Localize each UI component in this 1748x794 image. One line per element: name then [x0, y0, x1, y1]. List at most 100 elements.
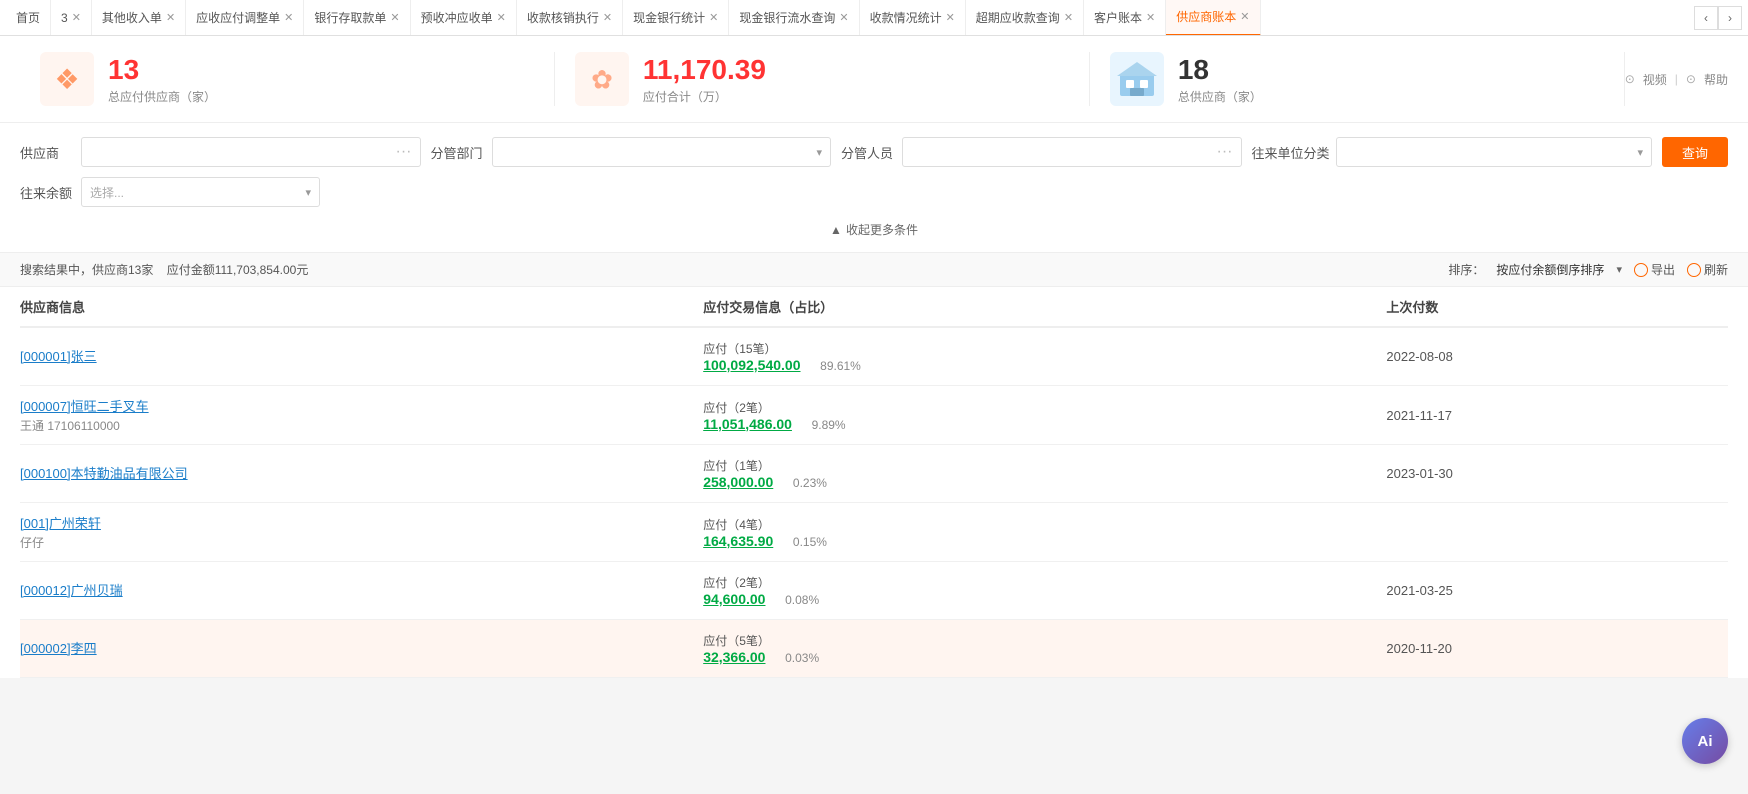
- balance-select[interactable]: 选择... ▾: [81, 177, 320, 207]
- close-tab-bank[interactable]: ✕: [390, 11, 399, 24]
- filter-row-2: 往来余额 选择... ▾: [20, 177, 320, 207]
- video-link[interactable]: 视频: [1643, 71, 1667, 88]
- payable-total-info: 11,170.39 应付合计（万）: [643, 53, 766, 106]
- summary-card-total-suppliers: 18 总供应商（家）: [1090, 52, 1625, 106]
- supplier-link-2[interactable]: [000100]本特勤油品有限公司: [20, 466, 188, 481]
- last-payment-cell-0: 2022-08-08: [1386, 349, 1728, 364]
- svg-text:❖: ❖: [54, 64, 79, 95]
- payable-suppliers-label: 总应付供应商（家）: [108, 88, 216, 105]
- filter-dept: 分管部门 ▾: [431, 137, 832, 167]
- category-select[interactable]: ▾: [1336, 137, 1652, 167]
- supplier-link-5[interactable]: [000002]李四: [20, 641, 97, 656]
- person-input[interactable]: ···: [902, 137, 1242, 167]
- supplier-link-1[interactable]: [000007]恒旺二手叉车: [20, 399, 149, 414]
- supplier-label: 供应商: [20, 143, 75, 162]
- result-bar: 搜索结果中，供应商13家 应付金额111,703,854.00元 排序： 按应付…: [0, 253, 1748, 287]
- circle-icon: ⊙: [1625, 72, 1635, 86]
- transaction-cell-1: 应付（2笔） 11,051,486.00 9.89%: [703, 399, 1386, 432]
- trans-label-5: 应付（5笔）: [703, 632, 1386, 649]
- transaction-cell-0: 应付（15笔） 100,092,540.00 89.61%: [703, 340, 1386, 373]
- nav-tab-home[interactable]: 首页: [6, 0, 51, 36]
- sort-select[interactable]: 按应付余额倒序排序: [1496, 261, 1604, 278]
- summary-card-payable-total: ✿ 11,170.39 应付合计（万）: [555, 52, 1090, 106]
- supplier-link-3[interactable]: [001]广州荣轩: [20, 516, 101, 531]
- nav-right-arrow[interactable]: ›: [1718, 6, 1742, 30]
- collapse-button[interactable]: ▲ 收起更多条件: [20, 217, 1728, 242]
- transaction-cell-2: 应付（1笔） 258,000.00 0.23%: [703, 457, 1386, 490]
- nav-tab-supplierbook[interactable]: 供应商账本 ✕: [1166, 0, 1260, 36]
- supplier-sub-3: 仔仔: [20, 534, 703, 551]
- total-supplier-icon: [1110, 52, 1164, 106]
- nav-tab-bank[interactable]: 银行存取款单 ✕: [304, 0, 410, 36]
- nav-left-arrow[interactable]: ‹: [1694, 6, 1718, 30]
- close-tab-overdue[interactable]: ✕: [1064, 11, 1073, 24]
- close-tab-cashflow[interactable]: ✕: [839, 11, 848, 24]
- summary-card-payable-suppliers: ❖ 13 总应付供应商（家）: [20, 52, 555, 106]
- export-button[interactable]: 导出: [1634, 261, 1675, 278]
- close-tab-adjust[interactable]: ✕: [284, 11, 293, 24]
- help-link[interactable]: 帮助: [1704, 71, 1728, 88]
- total-suppliers-label: 总供应商（家）: [1178, 88, 1262, 105]
- close-tab-custbook[interactable]: ✕: [1146, 11, 1155, 24]
- close-tab-colstat[interactable]: ✕: [946, 11, 955, 24]
- transaction-cell-5: 应付（5笔） 32,366.00 0.03%: [703, 632, 1386, 665]
- close-tab-cashstat[interactable]: ✕: [709, 11, 718, 24]
- trans-amount-1[interactable]: 11,051,486.00: [703, 416, 792, 432]
- nav-tab-3[interactable]: 3 ✕: [51, 0, 92, 36]
- result-actions: 排序： 按应付余额倒序排序 ▾ 导出 刷新: [1448, 261, 1728, 278]
- payable-supplier-icon: ❖: [40, 52, 94, 106]
- balance-label: 往来余额: [20, 183, 75, 202]
- trans-percent-1: 9.89%: [812, 418, 846, 432]
- trans-amount-3[interactable]: 164,635.90: [703, 533, 773, 549]
- table-row: [000002]李四 应付（5笔） 32,366.00 0.03% 2020-1…: [20, 620, 1728, 678]
- supplier-sub-1: 王通 17106110000: [20, 417, 703, 434]
- close-tab-supplierbook[interactable]: ✕: [1240, 10, 1249, 23]
- category-label: 往来单位分类: [1252, 143, 1330, 162]
- table-row: [000007]恒旺二手叉车 王通 17106110000 应付（2笔） 11,…: [20, 386, 1728, 445]
- last-payment-cell-5: 2020-11-20: [1386, 641, 1728, 656]
- category-arrow-icon: ▾: [1637, 146, 1643, 159]
- payable-total-label: 应付合计（万）: [643, 88, 766, 105]
- nav-tab-income[interactable]: 其他收入单 ✕: [92, 0, 186, 36]
- nav-tab-adjust[interactable]: 应收应付调整单 ✕: [186, 0, 304, 36]
- payable-suppliers-num: 13: [108, 53, 216, 87]
- refresh-button[interactable]: 刷新: [1687, 261, 1728, 278]
- trans-percent-3: 0.15%: [793, 535, 827, 549]
- nav-tab-overdue[interactable]: 超期应收款查询 ✕: [966, 0, 1084, 36]
- trans-percent-2: 0.23%: [793, 476, 827, 490]
- nav-tab-colstat[interactable]: 收款情况统计 ✕: [860, 0, 966, 36]
- trans-percent-4: 0.08%: [785, 593, 819, 607]
- payable-total-icon: ✿: [575, 52, 629, 106]
- ai-floating-button[interactable]: Ai: [1682, 718, 1728, 764]
- dept-label: 分管部门: [431, 143, 486, 162]
- query-button[interactable]: 查询: [1662, 137, 1728, 167]
- nav-tab-cashflow[interactable]: 现金银行流水查询 ✕: [729, 0, 859, 36]
- col-supplier-info: 供应商信息: [20, 297, 703, 316]
- transaction-cell-4: 应付（2笔） 94,600.00 0.08%: [703, 574, 1386, 607]
- nav-tab-collect[interactable]: 收款核销执行 ✕: [517, 0, 623, 36]
- trans-percent-5: 0.03%: [785, 651, 819, 665]
- close-tab-prepay[interactable]: ✕: [497, 11, 506, 24]
- nav-tab-prepay[interactable]: 预收冲应收单 ✕: [411, 0, 517, 36]
- close-tab-3[interactable]: ✕: [72, 11, 81, 24]
- supplier-link-0[interactable]: [000001]张三: [20, 349, 97, 364]
- supplier-input[interactable]: ···: [81, 137, 421, 167]
- supplier-link-4[interactable]: [000012]广州贝瑞: [20, 583, 123, 598]
- close-tab-income[interactable]: ✕: [166, 11, 175, 24]
- close-tab-collect[interactable]: ✕: [603, 11, 612, 24]
- total-suppliers-info: 18 总供应商（家）: [1178, 53, 1262, 106]
- dept-select[interactable]: ▾: [492, 137, 832, 167]
- collapse-up-icon: ▲: [830, 223, 842, 237]
- nav-tab-cashstat[interactable]: 现金银行统计 ✕: [623, 0, 729, 36]
- trans-amount-5[interactable]: 32,366.00: [703, 649, 765, 665]
- supplier-cell-1: [000007]恒旺二手叉车 王通 17106110000: [20, 396, 703, 434]
- sort-down-icon: ▾: [1616, 263, 1622, 276]
- trans-amount-2[interactable]: 258,000.00: [703, 474, 773, 490]
- refresh-circle-icon: [1687, 263, 1701, 277]
- trans-label-0: 应付（15笔）: [703, 340, 1386, 357]
- supplier-cell-2: [000100]本特勤油品有限公司: [20, 463, 703, 484]
- trans-amount-0[interactable]: 100,092,540.00: [703, 357, 800, 373]
- trans-amount-4[interactable]: 94,600.00: [703, 591, 765, 607]
- nav-tab-custbook[interactable]: 客户账本 ✕: [1084, 0, 1166, 36]
- table-row: [000012]广州贝瑞 应付（2笔） 94,600.00 0.08% 2021…: [20, 562, 1728, 620]
